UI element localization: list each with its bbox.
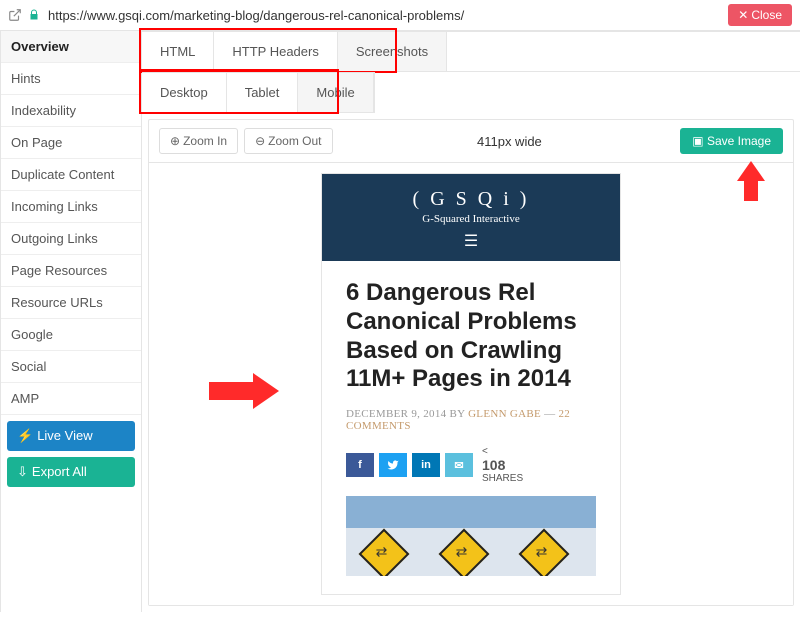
- annotation-arrow-up: [737, 161, 765, 201]
- annotation-arrow-right: [209, 373, 279, 409]
- download-icon: ⇩: [17, 464, 28, 479]
- preview-logo: ( G S Q i ): [332, 188, 610, 211]
- facebook-icon: f: [346, 453, 374, 477]
- sidebar-item-google[interactable]: Google: [1, 319, 141, 351]
- zoom-out-button[interactable]: ⊖Zoom Out: [244, 128, 332, 154]
- tab-http-headers[interactable]: HTTP Headers: [214, 32, 337, 71]
- twitter-icon: [379, 453, 407, 477]
- sidebar-item-resources[interactable]: Page Resources: [1, 255, 141, 287]
- zoom-out-icon: ⊖: [255, 134, 265, 148]
- linkedin-icon: in: [412, 453, 440, 477]
- tab-desktop[interactable]: Desktop: [142, 73, 227, 112]
- tab-tablet[interactable]: Tablet: [227, 73, 299, 112]
- preview-meta: December 9, 2014 By Glenn Gabe — 22 Comm…: [346, 408, 596, 432]
- preview-hero-image: [346, 496, 596, 576]
- email-icon: ✉: [445, 453, 473, 477]
- sidebar: Overview Hints Indexability On Page Dupl…: [0, 31, 142, 612]
- preview-share-row: f in ✉ < 108SHARES: [346, 446, 596, 484]
- sidebar-item-overview[interactable]: Overview: [1, 31, 141, 63]
- sidebar-item-indexability[interactable]: Indexability: [1, 95, 141, 127]
- image-icon: ▣: [692, 134, 707, 148]
- sidebar-item-incoming[interactable]: Incoming Links: [1, 191, 141, 223]
- content-tabs: HTML HTTP Headers Screenshots: [142, 31, 800, 72]
- sidebar-item-outgoing[interactable]: Outgoing Links: [1, 223, 141, 255]
- share-count: < 108SHARES: [482, 446, 523, 484]
- save-image-button[interactable]: ▣ Save Image: [680, 128, 783, 154]
- sidebar-item-hints[interactable]: Hints: [1, 63, 141, 95]
- lock-icon: [28, 8, 40, 22]
- sidebar-item-onpage[interactable]: On Page: [1, 127, 141, 159]
- device-tabs: Desktop Tablet Mobile: [142, 72, 375, 113]
- tab-screenshots[interactable]: Screenshots: [338, 32, 447, 71]
- tab-html[interactable]: HTML: [142, 32, 214, 71]
- sidebar-item-amp[interactable]: AMP: [1, 383, 141, 415]
- url-display[interactable]: https://www.gsqi.com/marketing-blog/dang…: [48, 8, 728, 23]
- preview-tagline: G-Squared Interactive: [332, 213, 610, 225]
- close-icon: ✕: [738, 8, 748, 22]
- zoom-in-icon: ⊕: [170, 134, 180, 148]
- width-indicator: 411px wide: [339, 134, 681, 149]
- close-button[interactable]: ✕Close: [728, 4, 792, 26]
- preview-author-link: Glenn Gabe: [468, 408, 541, 420]
- export-all-button[interactable]: ⇩Export All: [7, 457, 135, 487]
- sidebar-item-social[interactable]: Social: [1, 351, 141, 383]
- preview-article-title: 6 Dangerous Rel Canonical Problems Based…: [346, 279, 596, 394]
- external-link-icon[interactable]: [8, 8, 22, 22]
- lightning-icon: ⚡: [17, 428, 33, 443]
- zoom-in-button[interactable]: ⊕Zoom In: [159, 128, 238, 154]
- preview-header: ( G S Q i ) G-Squared Interactive ☰: [322, 174, 620, 261]
- sidebar-item-resource-urls[interactable]: Resource URLs: [1, 287, 141, 319]
- hamburger-icon: ☰: [332, 231, 610, 251]
- tab-mobile[interactable]: Mobile: [298, 73, 373, 112]
- sidebar-item-duplicate[interactable]: Duplicate Content: [1, 159, 141, 191]
- mobile-preview-frame: ( G S Q i ) G-Squared Interactive ☰ 6 Da…: [321, 173, 621, 595]
- live-view-button[interactable]: ⚡Live View: [7, 421, 135, 451]
